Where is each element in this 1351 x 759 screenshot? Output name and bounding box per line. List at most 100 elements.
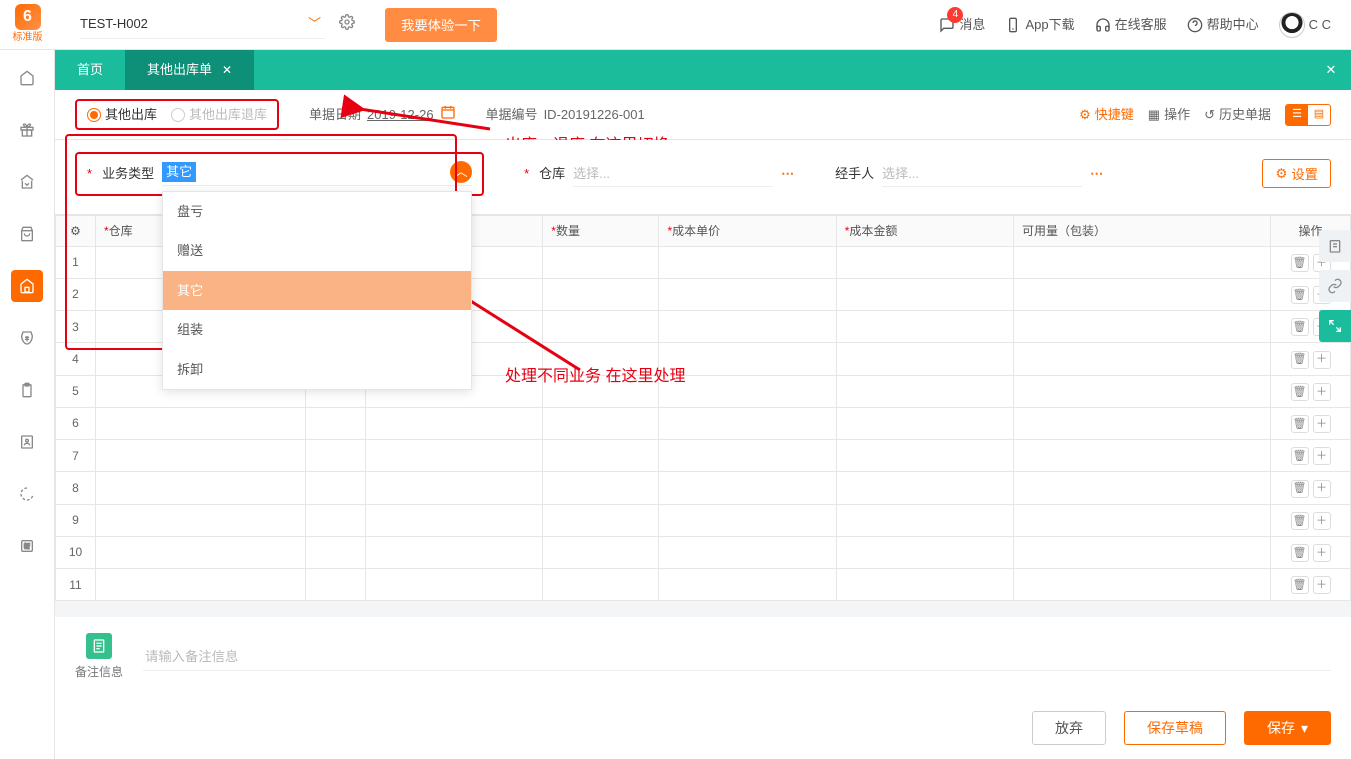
add-icon[interactable]: ＋	[1313, 415, 1331, 433]
col-cost-price: *成本单价	[659, 215, 836, 246]
biz-option[interactable]: 盘亏	[163, 192, 471, 232]
doc-toolbar: 其他出库 其他出库退库 单据日期 2019-12-26 单据编号 ID-2019…	[55, 90, 1351, 140]
biz-option[interactable]: 其它	[163, 271, 471, 311]
row-ops: 🗑＋	[1271, 472, 1351, 504]
row-ops: 🗑＋	[1271, 504, 1351, 536]
hotkey-link[interactable]: ⚙快捷键	[1079, 105, 1134, 125]
operate-link[interactable]: ▦操作	[1148, 105, 1190, 125]
app-download-link[interactable]: App下载	[1005, 15, 1074, 35]
row-index: 8	[56, 472, 96, 504]
add-icon[interactable]: ＋	[1313, 383, 1331, 401]
delete-icon[interactable]: 🗑	[1291, 447, 1309, 465]
biz-type-select[interactable]: 其它 ︿ 盘亏赠送其它组装拆卸	[162, 162, 472, 186]
table-row[interactable]: 7🗑＋	[56, 440, 1351, 472]
toolbar-right: ⚙快捷键 ▦操作 ↺历史单据 ☰ ▤	[1079, 104, 1331, 126]
delete-icon[interactable]: 🗑	[1291, 286, 1309, 304]
try-button[interactable]: 我要体验一下	[385, 8, 497, 42]
delete-icon[interactable]: 🗑	[1291, 512, 1309, 530]
close-icon[interactable]: ✕	[222, 61, 232, 79]
biz-type-box: * 业务类型 其它 ︿ 盘亏赠送其它组装拆卸	[75, 152, 484, 196]
table-row[interactable]: 11🗑＋	[56, 569, 1351, 601]
row-index: 3	[56, 311, 96, 343]
help-link[interactable]: 帮助中心	[1187, 15, 1259, 35]
table-row[interactable]: 6 🗑＋	[56, 407, 1351, 439]
operate-label: 操作	[1164, 105, 1190, 125]
add-icon[interactable]: ＋	[1313, 447, 1331, 465]
grid-icon: ▦	[1148, 105, 1160, 125]
nav-sync[interactable]	[11, 478, 43, 510]
nav-money[interactable]	[11, 322, 43, 354]
row-index: 6	[56, 407, 96, 439]
view-toggle[interactable]: ☰ ▤	[1285, 104, 1331, 126]
more-icon[interactable]: ⋯	[1090, 164, 1104, 184]
row-index: 2	[56, 278, 96, 310]
remark-input[interactable]	[143, 643, 1331, 671]
row-ops: 🗑＋	[1271, 569, 1351, 601]
col-qty: *数量	[543, 215, 659, 246]
nav-clipboard[interactable]	[11, 374, 43, 406]
nav-bag[interactable]	[11, 218, 43, 250]
table-row[interactable]: 10🗑＋	[56, 536, 1351, 568]
rail-note-icon[interactable]	[1319, 230, 1351, 262]
nav-contacts[interactable]	[11, 426, 43, 458]
doc-number-value: ID-20191226-001	[544, 105, 645, 125]
customer-service-link[interactable]: 在线客服	[1095, 15, 1167, 35]
handler-field[interactable]: 经手人 选择... ⋯	[835, 161, 1104, 188]
user-menu[interactable]: C C	[1279, 12, 1331, 38]
col-config[interactable]: ⚙	[56, 215, 96, 246]
nav-return[interactable]	[11, 166, 43, 198]
add-icon[interactable]: ＋	[1313, 351, 1331, 369]
nav-warehouse[interactable]	[11, 270, 43, 302]
tab-home[interactable]: 首页	[55, 50, 125, 90]
history-link[interactable]: ↺历史单据	[1204, 105, 1271, 125]
add-icon[interactable]: ＋	[1313, 512, 1331, 530]
nav-home[interactable]	[11, 62, 43, 94]
biz-option[interactable]: 拆卸	[163, 350, 471, 390]
avatar-icon	[1279, 12, 1305, 38]
more-icon[interactable]: ⋯	[781, 164, 795, 184]
gear-icon: ⚙	[70, 224, 81, 238]
doc-date-field[interactable]: 单据日期 2019-12-26	[309, 104, 456, 126]
nav-gift[interactable]	[11, 114, 43, 146]
nav-new[interactable]: 新	[11, 530, 43, 562]
delete-icon[interactable]: 🗑	[1291, 576, 1309, 594]
save-button[interactable]: 保存▾	[1244, 711, 1331, 745]
delete-icon[interactable]: 🗑	[1291, 544, 1309, 562]
delete-icon[interactable]: 🗑	[1291, 254, 1309, 272]
delete-icon[interactable]: 🗑	[1291, 383, 1309, 401]
org-select[interactable]: TEST-H002 ﹀	[80, 10, 325, 39]
tab-current[interactable]: 其他出库单 ✕	[125, 50, 254, 90]
messages-label: 消息	[959, 15, 985, 35]
delete-icon[interactable]: 🗑	[1291, 480, 1309, 498]
card-view-icon[interactable]: ▤	[1308, 105, 1330, 125]
remark-bar: 备注信息	[55, 617, 1351, 697]
table-row[interactable]: 8 🗑＋	[56, 472, 1351, 504]
settings-icon[interactable]	[339, 14, 355, 36]
delete-icon[interactable]: 🗑	[1291, 415, 1309, 433]
settings-button[interactable]: ⚙设置	[1262, 159, 1331, 188]
rail-link-icon[interactable]	[1319, 270, 1351, 302]
delete-icon[interactable]: 🗑	[1291, 351, 1309, 369]
delete-icon[interactable]: 🗑	[1291, 318, 1309, 336]
row-ops: 🗑＋	[1271, 440, 1351, 472]
add-icon[interactable]: ＋	[1313, 544, 1331, 562]
list-view-icon[interactable]: ☰	[1286, 105, 1308, 125]
main-content: 首页 其他出库单 ✕ ✕ 其他出库 其他出库退库 单据日期 2019-12-26…	[55, 50, 1351, 759]
settings-label: 设置	[1291, 164, 1318, 183]
radio-outbound[interactable]: 其他出库	[87, 105, 157, 125]
tabs-close-all[interactable]: ✕	[1311, 50, 1351, 90]
doc-date-label: 单据日期	[309, 105, 361, 125]
tab-current-label: 其他出库单	[147, 60, 212, 80]
radio-return[interactable]: 其他出库退库	[171, 105, 267, 125]
add-icon[interactable]: ＋	[1313, 480, 1331, 498]
rail-expand-icon[interactable]	[1319, 310, 1351, 342]
messages-link[interactable]: 4 消息	[939, 15, 985, 35]
save-draft-button[interactable]: 保存草稿	[1124, 711, 1226, 745]
warehouse-field[interactable]: * 仓库 选择... ⋯	[524, 161, 795, 188]
add-icon[interactable]: ＋	[1313, 576, 1331, 594]
right-rail	[1319, 230, 1351, 342]
table-row[interactable]: 9🗑＋	[56, 504, 1351, 536]
biz-option[interactable]: 赠送	[163, 231, 471, 271]
discard-button[interactable]: 放弃	[1032, 711, 1106, 745]
biz-option[interactable]: 组装	[163, 310, 471, 350]
